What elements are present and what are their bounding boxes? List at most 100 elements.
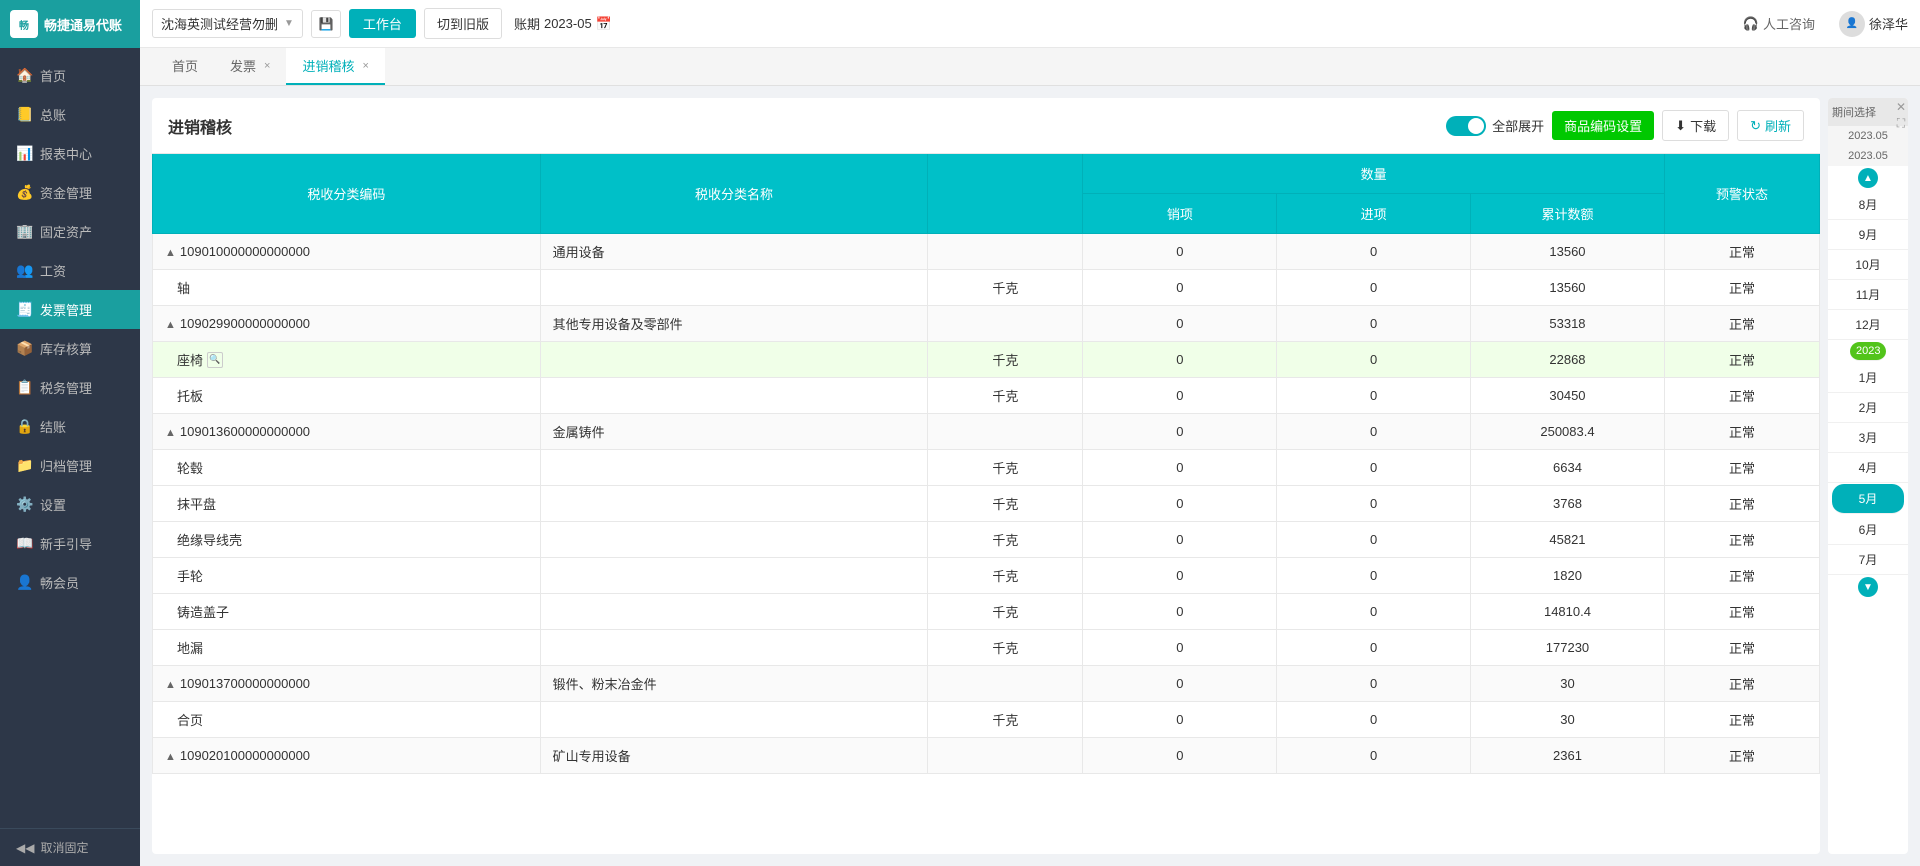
sidebar-item-0[interactable]: 🏠首页 <box>0 56 140 95</box>
cell-status: 正常 <box>1664 342 1819 378</box>
period-month-item[interactable]: 11月 <box>1828 280 1908 310</box>
sidebar-item-10[interactable]: 📁归档管理 <box>0 446 140 485</box>
tab-bar: 首页 发票 × 进销稽核 × <box>140 48 1920 86</box>
sidebar-label-5: 工资 <box>40 261 66 280</box>
logo-text: 畅捷通易代账 <box>44 15 122 34</box>
sidebar-item-13[interactable]: 👤畅会员 <box>0 563 140 602</box>
tab-invoice-close[interactable]: × <box>264 60 270 72</box>
cell-status: 正常 <box>1664 666 1819 702</box>
table-row: 托板 千克 0 0 30450 正常 <box>153 378 1820 414</box>
cell-status: 正常 <box>1664 270 1819 306</box>
period-month-item[interactable]: 4月 <box>1828 453 1908 483</box>
save-button[interactable]: 💾 <box>311 10 341 38</box>
cell-sale: 0 <box>1083 342 1277 378</box>
product-code-button[interactable]: 商品编码设置 <box>1552 111 1654 140</box>
expand-toggle[interactable]: 全部展开 <box>1446 116 1544 136</box>
period-month-item[interactable]: 2月 <box>1828 393 1908 423</box>
period-panel-header: 期间选择 ✕ ⛶ <box>1828 98 1908 126</box>
sidebar-item-6[interactable]: 🧾发票管理 <box>0 290 140 329</box>
cell-name <box>540 486 928 522</box>
support-button[interactable]: 🎧 人工咨询 <box>1743 14 1815 33</box>
period-month-item[interactable]: 12月 <box>1828 310 1908 340</box>
search-icon[interactable]: 🔍 <box>207 352 223 368</box>
cell-code: ▲109013700000000000 <box>153 666 541 702</box>
sidebar-icon-1: 📒 <box>16 106 32 123</box>
cell-sale: 0 <box>1083 414 1277 450</box>
cell-purchase: 0 <box>1277 378 1471 414</box>
period-scroll-up[interactable]: ▲ <box>1858 168 1878 188</box>
sidebar-unpin[interactable]: ◀◀ 取消固定 <box>0 828 140 866</box>
cell-code: 绝缘导线壳 <box>153 522 541 558</box>
period-month-item[interactable]: 1月 <box>1828 363 1908 393</box>
sidebar-icon-3: 💰 <box>16 184 32 201</box>
sidebar-item-8[interactable]: 📋税务管理 <box>0 368 140 407</box>
table-row: 地漏 千克 0 0 177230 正常 <box>153 630 1820 666</box>
cell-total: 22868 <box>1471 342 1665 378</box>
period-month-item[interactable]: 8月 <box>1828 190 1908 220</box>
cell-unit <box>928 738 1083 774</box>
cell-unit: 千克 <box>928 270 1083 306</box>
sidebar-item-7[interactable]: 📦库存核算 <box>0 329 140 368</box>
company-selector[interactable]: 沈海英测试经营勿删 ▼ <box>152 9 303 38</box>
table-row: ▲109013600000000000 金属铸件 0 0 250083.4 正常 <box>153 414 1820 450</box>
period-year-label-2: 2023.05 <box>1828 146 1908 166</box>
period-month-item[interactable]: 9月 <box>1828 220 1908 250</box>
refresh-button[interactable]: ↻ 刷新 <box>1737 110 1804 141</box>
group-collapse-icon[interactable]: ▲ <box>165 319 176 331</box>
support-label: 人工咨询 <box>1763 14 1815 33</box>
cell-unit: 千克 <box>928 342 1083 378</box>
sidebar-item-1[interactable]: 📒总账 <box>0 95 140 134</box>
cell-sale: 0 <box>1083 666 1277 702</box>
sidebar-item-9[interactable]: 🔒结账 <box>0 407 140 446</box>
cell-status: 正常 <box>1664 234 1819 270</box>
group-collapse-icon[interactable]: ▲ <box>165 247 176 259</box>
cell-total: 45821 <box>1471 522 1665 558</box>
unpin-label: 取消固定 <box>40 839 88 856</box>
cell-unit <box>928 666 1083 702</box>
sidebar-item-5[interactable]: 👥工资 <box>0 251 140 290</box>
period-month-item[interactable]: 3月 <box>1828 423 1908 453</box>
cell-purchase: 0 <box>1277 270 1471 306</box>
sidebar-item-12[interactable]: 📖新手引导 <box>0 524 140 563</box>
sidebar-item-3[interactable]: 💰资金管理 <box>0 173 140 212</box>
switch-version-button[interactable]: 切到旧版 <box>424 8 502 39</box>
cell-status: 正常 <box>1664 486 1819 522</box>
cell-name: 通用设备 <box>540 234 928 270</box>
period-month-item[interactable]: 7月 <box>1828 545 1908 575</box>
cell-sale: 0 <box>1083 594 1277 630</box>
period-month-item[interactable]: 5月 <box>1832 484 1904 514</box>
user-menu[interactable]: 👤 徐泽华 <box>1839 11 1908 37</box>
sidebar-label-6: 发票管理 <box>40 300 92 319</box>
sidebar-label-13: 畅会员 <box>40 573 79 592</box>
download-button[interactable]: ⬇ 下载 <box>1662 110 1729 141</box>
period-month-item[interactable]: 10月 <box>1828 250 1908 280</box>
sidebar-item-11[interactable]: ⚙️设置 <box>0 485 140 524</box>
tab-reconcile-close[interactable]: × <box>362 60 368 72</box>
cell-purchase: 0 <box>1277 342 1471 378</box>
cell-name: 矿山专用设备 <box>540 738 928 774</box>
group-collapse-icon[interactable]: ▲ <box>165 751 176 763</box>
expand-switch[interactable] <box>1446 116 1486 136</box>
expand-panel-icon[interactable]: ⛶ <box>1896 116 1906 131</box>
sidebar-item-2[interactable]: 📊报表中心 <box>0 134 140 173</box>
sidebar-item-4[interactable]: 🏢固定资产 <box>0 212 140 251</box>
sidebar-label-10: 归档管理 <box>40 456 92 475</box>
period-month-item[interactable]: 6月 <box>1828 515 1908 545</box>
tab-home[interactable]: 首页 <box>156 48 214 85</box>
close-panel-icon[interactable]: ✕ <box>1896 100 1906 114</box>
workbench-button[interactable]: 工作台 <box>349 9 416 38</box>
calendar-icon[interactable]: 📅 <box>596 16 612 32</box>
group-collapse-icon[interactable]: ▲ <box>165 427 176 439</box>
tab-invoice[interactable]: 发票 × <box>214 48 286 85</box>
cell-status: 正常 <box>1664 450 1819 486</box>
cell-code: ▲109013600000000000 <box>153 414 541 450</box>
main-panel: 进销稽核 全部展开 商品编码设置 ⬇ 下载 ↻ 刷新 <box>152 98 1820 854</box>
cell-purchase: 0 <box>1277 414 1471 450</box>
period-scroll-down[interactable]: ▼ <box>1858 577 1878 597</box>
sidebar-icon-11: ⚙️ <box>16 496 32 513</box>
group-collapse-icon[interactable]: ▲ <box>165 679 176 691</box>
tab-reconcile[interactable]: 进销稽核 × <box>286 48 384 85</box>
cell-status: 正常 <box>1664 378 1819 414</box>
cell-purchase: 0 <box>1277 702 1471 738</box>
sidebar-icon-12: 📖 <box>16 535 32 552</box>
